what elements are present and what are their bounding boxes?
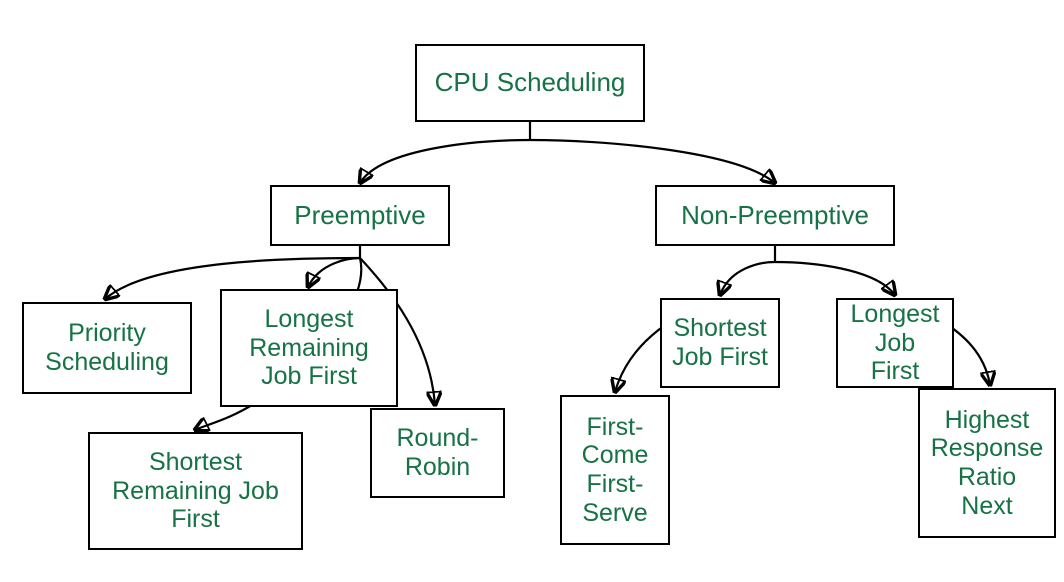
node-longest-remaining-job-first: Longest Remaining Job First xyxy=(220,289,398,407)
node-highest-response-ratio-next: Highest Response Ratio Next xyxy=(918,388,1056,538)
node-hrrn-label: Highest Response Ratio Next xyxy=(930,406,1044,521)
node-rr-label: Round-Robin xyxy=(382,424,493,482)
node-root: CPU Scheduling xyxy=(415,44,645,122)
node-root-label: CPU Scheduling xyxy=(435,68,626,98)
node-priority-scheduling: Priority Scheduling xyxy=(22,302,192,394)
node-shortest-job-first: Shortest Job First xyxy=(660,298,780,388)
node-lrjf-label: Longest Remaining Job First xyxy=(232,305,386,391)
diagram-canvas: CPU Scheduling Preemptive Non-Preemptive… xyxy=(0,0,1064,582)
node-nonpreemptive-label: Non-Preemptive xyxy=(681,201,869,231)
node-srjf-label: Shortest Remaining Job First xyxy=(100,448,291,534)
node-longest-job-first: Longest Job First xyxy=(836,298,954,388)
node-shortest-remaining-job-first: Shortest Remaining Job First xyxy=(88,432,303,550)
node-round-robin: Round-Robin xyxy=(370,408,505,498)
node-fcfs-label: First-Come First-Serve xyxy=(572,413,658,528)
node-ljf-label: Longest Job First xyxy=(848,300,942,386)
node-nonpreemptive: Non-Preemptive xyxy=(655,185,895,246)
node-preemptive: Preemptive xyxy=(270,185,450,246)
node-first-come-first-serve: First-Come First-Serve xyxy=(560,395,670,545)
node-sjf-label: Shortest Job First xyxy=(672,314,768,372)
node-priority-scheduling-label: Priority Scheduling xyxy=(34,319,180,377)
node-preemptive-label: Preemptive xyxy=(294,201,426,231)
